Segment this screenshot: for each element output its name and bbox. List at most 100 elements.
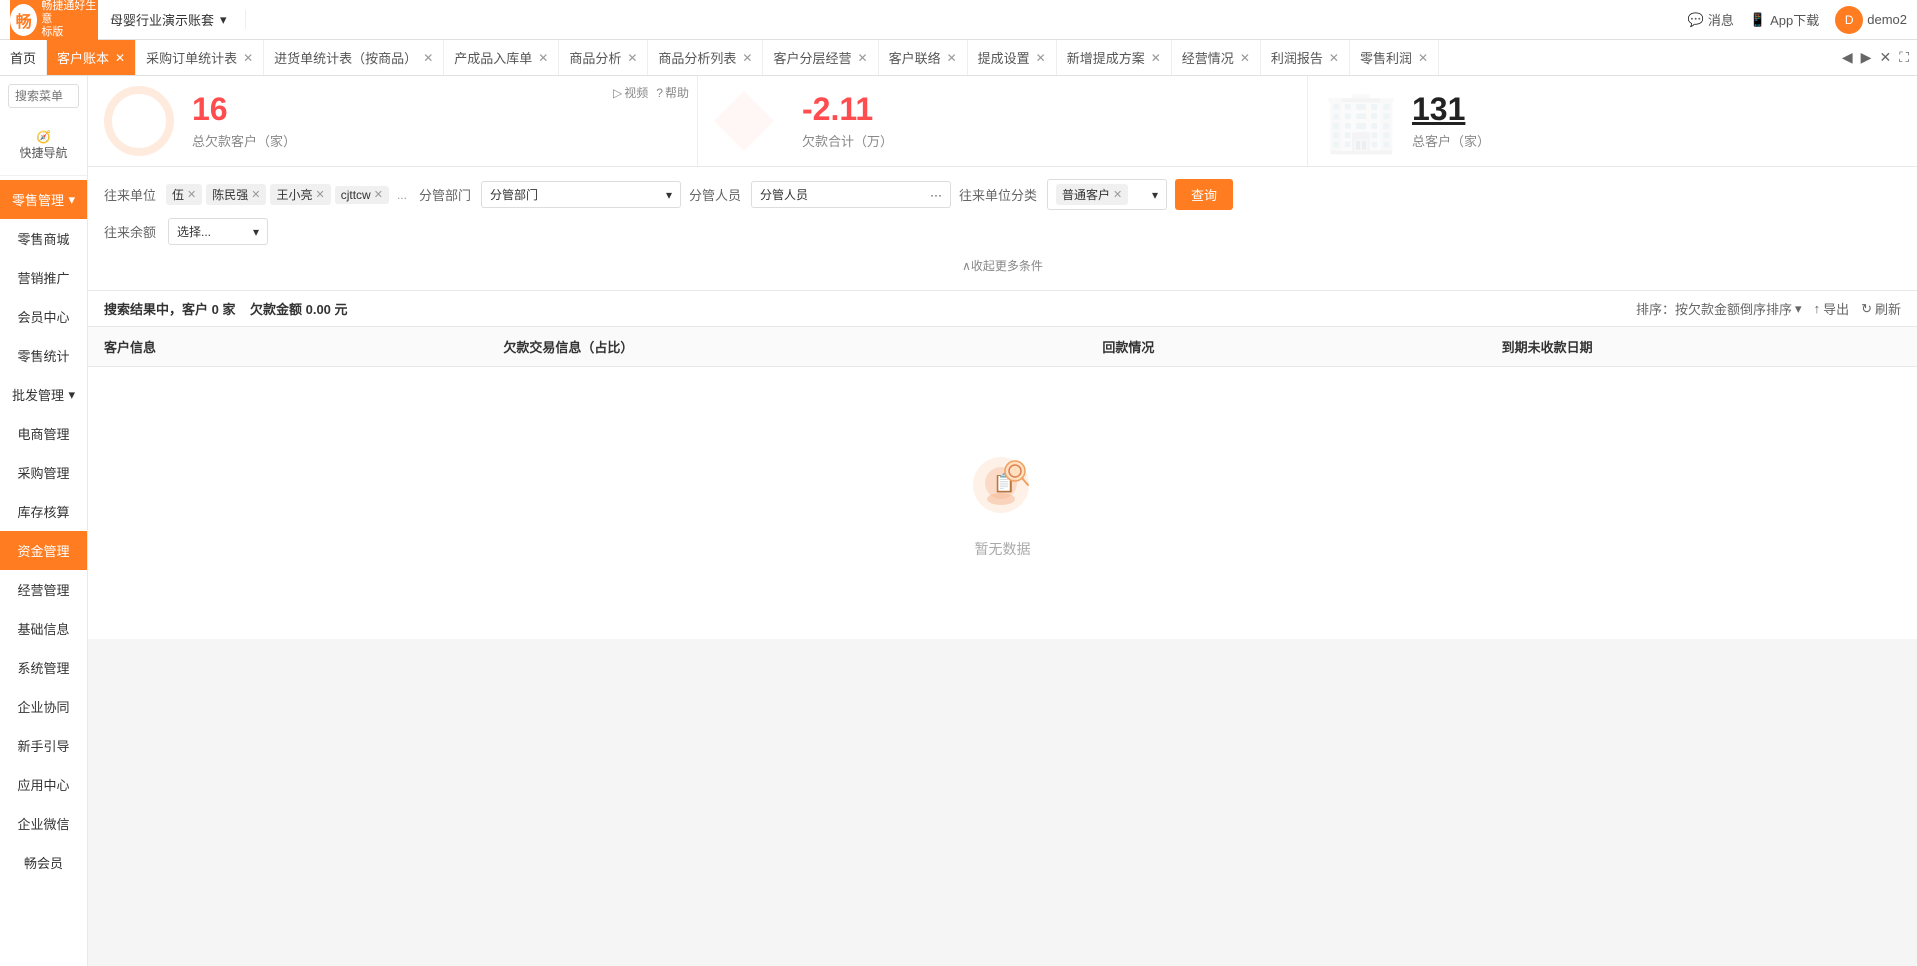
unit-tag-wu: 伍 ✕ [166, 184, 202, 205]
sidebar-item-basic-info[interactable]: 基础信息 [0, 609, 87, 648]
unit-class-dropdown[interactable]: 普通客户 ✕ ▾ [1047, 179, 1167, 210]
tab-customer-tier[interactable]: 客户分层经营 ✕ [763, 40, 878, 76]
chevron-down-icon: ▾ [1152, 188, 1158, 202]
sidebar-item-member-center[interactable]: 会员中心 [0, 297, 87, 336]
close-icon[interactable]: ✕ [1329, 51, 1339, 65]
tab-profit-report[interactable]: 利润报告 ✕ [1261, 40, 1350, 76]
tag-close-cjttcw[interactable]: ✕ [374, 188, 383, 201]
sidebar-search-area [0, 76, 87, 116]
tab-goods-analysis[interactable]: 商品分析 ✕ [559, 40, 648, 76]
balance-filter-label: 往来余额 [104, 222, 156, 241]
sort-selector[interactable]: 排序：按欠款金额倒序排序 ▾ [1636, 299, 1802, 318]
account-selector[interactable]: 母婴行业演示账套 ▾ [98, 10, 246, 29]
chevron-down-icon: ▾ [253, 225, 259, 239]
more-tags[interactable]: ... [393, 186, 411, 204]
help-link[interactable]: ? 帮助 [656, 84, 689, 101]
tab-next-icon[interactable]: ▶ [1857, 45, 1876, 70]
message-button[interactable]: 💬 消息 [1688, 10, 1734, 29]
layout: 🧭 快捷导航 零售管理 ▾ 零售商城 营销推广 会员中心 零售统计 批发管理 [0, 76, 1917, 966]
message-icon: 💬 [1688, 12, 1704, 28]
tag-close-wu[interactable]: ✕ [187, 188, 196, 201]
play-icon: ▷ [613, 86, 622, 100]
tab-add-commission[interactable]: 新增提成方案 ✕ [1057, 40, 1172, 76]
tab-home[interactable]: 首页 [0, 40, 47, 76]
sidebar: 🧭 快捷导航 零售管理 ▾ 零售商城 营销推广 会员中心 零售统计 批发管理 [0, 76, 88, 966]
nav-tabs: 首页 客户账本 ✕ 采购订单统计表 ✕ 进货单统计表（按商品） ✕ 产成品入库单… [0, 40, 1917, 76]
stat-help-area: ▷ 视频 ? 帮助 [613, 84, 689, 101]
close-icon[interactable]: ✕ [538, 51, 548, 65]
close-icon[interactable]: ✕ [1240, 51, 1250, 65]
unit-tag-cjttcw: cjttcw ✕ [335, 186, 389, 204]
sidebar-item-purchase[interactable]: 采购管理 [0, 453, 87, 492]
unit-tag-chen: 陈民强 ✕ [206, 184, 266, 205]
top-bar: 畅 畅捷通好生意 标版 母婴行业演示账套 ▾ 💬 消息 📱 App下载 D de… [0, 0, 1917, 40]
app-download-button[interactable]: 📱 App下载 [1750, 10, 1819, 29]
sidebar-item-inventory[interactable]: 库存核算 [0, 492, 87, 531]
sidebar-item-app-center[interactable]: 应用中心 [0, 765, 87, 804]
sidebar-item-wechat[interactable]: 企业微信 [0, 804, 87, 843]
sidebar-item-wholesale[interactable]: 批发管理 ▾ [0, 375, 87, 414]
close-icon[interactable]: ✕ [423, 51, 433, 65]
filter-area: 往来单位 伍 ✕ 陈民强 ✕ 王小亮 ✕ [88, 167, 1917, 291]
sidebar-item-member[interactable]: 畅会员 [0, 843, 87, 882]
tag-close-chen[interactable]: ✕ [251, 188, 260, 201]
sidebar-item-finance[interactable]: 资金管理 [0, 531, 87, 570]
user-menu[interactable]: D demo2 [1835, 6, 1907, 34]
refresh-button[interactable]: ↻ 刷新 [1861, 299, 1901, 318]
tag-close-normal[interactable]: ✕ [1113, 188, 1122, 201]
video-link[interactable]: ▷ 视频 [613, 84, 648, 101]
search-input[interactable] [8, 84, 79, 108]
chevron-down-icon: ▾ [220, 12, 227, 28]
tab-customer-contact[interactable]: 客户联络 ✕ [879, 40, 968, 76]
query-button[interactable]: 查询 [1175, 179, 1233, 210]
table-empty-state: 📋 暂无数据 [88, 367, 1917, 639]
close-icon[interactable]: ✕ [1418, 51, 1428, 65]
close-icon[interactable]: ✕ [243, 51, 253, 65]
close-icon[interactable]: ✕ [1036, 51, 1046, 65]
tab-nav-arrows: ◀ ▶ ✕ ⛶ [1834, 45, 1917, 70]
sidebar-item-operations[interactable]: 经营管理 [0, 570, 87, 609]
refresh-icon: ↻ [1861, 301, 1872, 317]
sidebar-item-quick-nav[interactable]: 🧭 快捷导航 [0, 122, 87, 169]
tab-purchase-order[interactable]: 采购订单统计表 ✕ [136, 40, 264, 76]
tab-retail-profit[interactable]: 零售利润 ✕ [1350, 40, 1439, 76]
tab-close-all-icon[interactable]: ✕ [1875, 45, 1895, 70]
stat-label-debt: 欠款合计（万） [802, 131, 893, 150]
close-icon[interactable]: ✕ [947, 51, 957, 65]
sidebar-item-ecommerce[interactable]: 电商管理 [0, 414, 87, 453]
close-icon[interactable]: ✕ [627, 51, 637, 65]
tab-fullscreen-icon[interactable]: ⛶ [1895, 45, 1913, 70]
close-icon[interactable]: ✕ [115, 51, 125, 65]
chevron-up-icon: ∧ [962, 259, 971, 273]
sidebar-item-retail-mall[interactable]: 零售商城 [0, 219, 87, 258]
stat-total-customers: 🏢 131 总客户（家） [1308, 76, 1917, 166]
close-icon[interactable]: ✕ [1151, 51, 1161, 65]
sidebar-item-retail[interactable]: 零售管理 ▾ [0, 180, 87, 219]
dept-dropdown[interactable]: 分管部门 ▾ [481, 181, 681, 208]
chevron-down-icon: ▾ [68, 192, 75, 208]
sidebar-item-enterprise[interactable]: 企业协同 [0, 687, 87, 726]
logo-icon: 畅 [10, 4, 37, 36]
stat-label-total: 总客户（家） [1412, 131, 1490, 150]
sidebar-item-retail-stats[interactable]: 零售统计 [0, 336, 87, 375]
collapse-button[interactable]: ∧ 收起更多条件 [950, 253, 1055, 278]
chevron-down-icon: ▾ [68, 387, 75, 403]
sidebar-item-system[interactable]: 系统管理 [0, 648, 87, 687]
filter-row-2: 往来余额 选择... ▾ [104, 218, 1901, 245]
export-button[interactable]: ↑ 导出 [1814, 299, 1850, 318]
tag-close-wang[interactable]: ✕ [316, 188, 325, 201]
sidebar-item-guide[interactable]: 新手引导 [0, 726, 87, 765]
tab-commission-settings[interactable]: 提成设置 ✕ [968, 40, 1057, 76]
more-options-icon[interactable]: ··· [930, 188, 942, 202]
tab-goods-analysis-list[interactable]: 商品分析列表 ✕ [648, 40, 763, 76]
tab-operations[interactable]: 经营情况 ✕ [1172, 40, 1261, 76]
close-icon[interactable]: ✕ [858, 51, 868, 65]
tab-prev-icon[interactable]: ◀ [1838, 45, 1857, 70]
tab-finished-goods[interactable]: 产成品入库单 ✕ [444, 40, 559, 76]
person-dropdown[interactable]: 分管人员 ··· [751, 181, 951, 208]
close-icon[interactable]: ✕ [742, 51, 752, 65]
tab-customer-ledger[interactable]: 客户账本 ✕ [47, 40, 136, 76]
sidebar-item-marketing[interactable]: 营销推广 [0, 258, 87, 297]
tab-stock-by-product[interactable]: 进货单统计表（按商品） ✕ [264, 40, 444, 76]
balance-dropdown[interactable]: 选择... ▾ [168, 218, 268, 245]
